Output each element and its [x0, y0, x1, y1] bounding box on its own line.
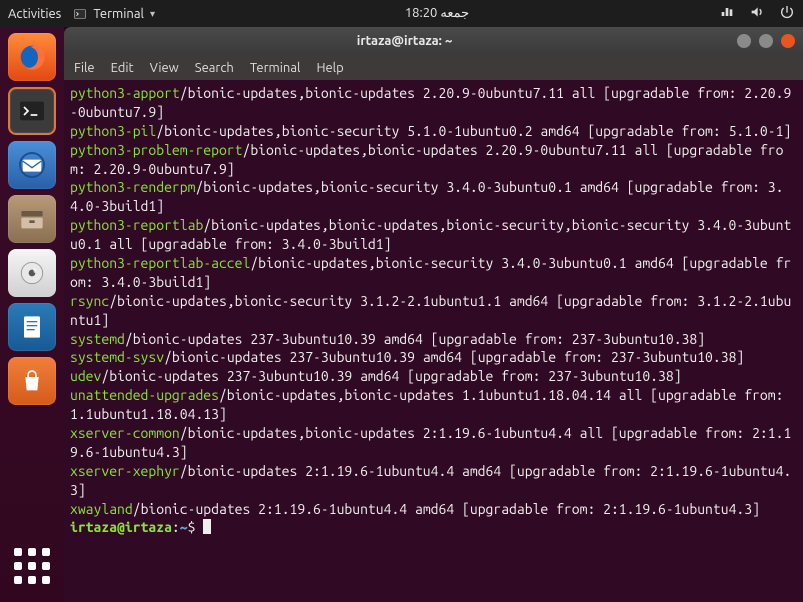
- package-info: /bionic-updates 237-3ubuntu10.39 amd64 […: [164, 349, 744, 365]
- app-menu[interactable]: Terminal ▾: [73, 7, 155, 21]
- clock[interactable]: 18:20 جمعه: [167, 6, 707, 21]
- cursor: [203, 519, 211, 534]
- menu-file[interactable]: File: [74, 61, 95, 75]
- package-name: xserver-common: [70, 425, 180, 441]
- launcher-thunderbird[interactable]: [8, 141, 56, 189]
- activities-button[interactable]: Activities: [8, 7, 61, 21]
- volume-icon[interactable]: [749, 4, 765, 23]
- maximize-button[interactable]: [759, 34, 773, 48]
- power-icon[interactable]: [779, 4, 795, 23]
- package-name: python3-reportlab-accel: [70, 255, 250, 271]
- package-name: python3-problem-report: [70, 142, 242, 158]
- menu-edit[interactable]: Edit: [111, 61, 134, 75]
- prompt-symbol: $: [188, 519, 204, 535]
- chevron-down-icon: ▾: [150, 8, 155, 20]
- firefox-icon: [16, 41, 48, 73]
- window-title: irtaza@irtaza: ~: [72, 34, 737, 48]
- music-icon: [16, 257, 48, 289]
- menu-view[interactable]: View: [150, 61, 179, 75]
- menu-help[interactable]: Help: [316, 61, 343, 75]
- launcher-firefox[interactable]: [8, 33, 56, 81]
- titlebar[interactable]: irtaza@irtaza: ~: [64, 27, 803, 55]
- show-apps-button[interactable]: [8, 542, 56, 590]
- package-name: udev: [70, 368, 101, 384]
- minimize-button[interactable]: [737, 34, 751, 48]
- app-menu-label: Terminal: [93, 7, 144, 21]
- top-panel: Activities Terminal ▾ 18:20 جمعه: [0, 0, 803, 27]
- package-name: rsync: [70, 293, 109, 309]
- terminal-icon: [73, 7, 87, 21]
- launcher-rhythmbox[interactable]: [8, 249, 56, 297]
- package-name: python3-apport: [70, 85, 180, 101]
- package-name: python3-reportlab: [70, 217, 203, 233]
- terminal-output[interactable]: python3-apport/bionic-updates,bionic-upd…: [64, 80, 803, 602]
- launcher-writer[interactable]: [8, 303, 56, 351]
- package-name: python3-pil: [70, 123, 156, 139]
- prompt-path: ~: [180, 519, 188, 535]
- package-info: /bionic-updates 237-3ubuntu10.39 amd64 […: [125, 331, 705, 347]
- close-button[interactable]: [781, 34, 795, 48]
- menu-search[interactable]: Search: [195, 61, 234, 75]
- launcher-software[interactable]: [8, 357, 56, 405]
- package-name: xserver-xephyr: [70, 463, 180, 479]
- thunderbird-icon: [16, 149, 48, 181]
- package-info: /bionic-updates 237-3ubuntu10.39 amd64 […: [101, 368, 681, 384]
- launcher-dock: [0, 27, 64, 602]
- package-name: xwayland: [70, 501, 133, 517]
- package-name: systemd: [70, 331, 125, 347]
- package-info: /bionic-updates 2:1.19.6-1ubuntu4.4 amd6…: [133, 501, 760, 517]
- package-name: unattended-upgrades: [70, 387, 219, 403]
- launcher-files[interactable]: [8, 195, 56, 243]
- shopping-bag-icon: [16, 365, 48, 397]
- files-icon: [16, 203, 48, 235]
- launcher-terminal[interactable]: [8, 87, 56, 135]
- terminal-app-icon: [16, 95, 48, 127]
- package-info: /bionic-updates,bionic-security 3.1.2-2.…: [70, 293, 791, 328]
- menubar: File Edit View Search Terminal Help: [64, 55, 803, 80]
- network-icon[interactable]: [719, 4, 735, 23]
- package-name: systemd-sysv: [70, 349, 164, 365]
- document-icon: [16, 311, 48, 343]
- package-info: /bionic-updates,bionic-security 5.1.0-1u…: [156, 123, 791, 139]
- package-name: python3-renderpm: [70, 179, 195, 195]
- prompt-user-host: irtaza@irtaza: [70, 519, 172, 535]
- menu-terminal[interactable]: Terminal: [250, 61, 301, 75]
